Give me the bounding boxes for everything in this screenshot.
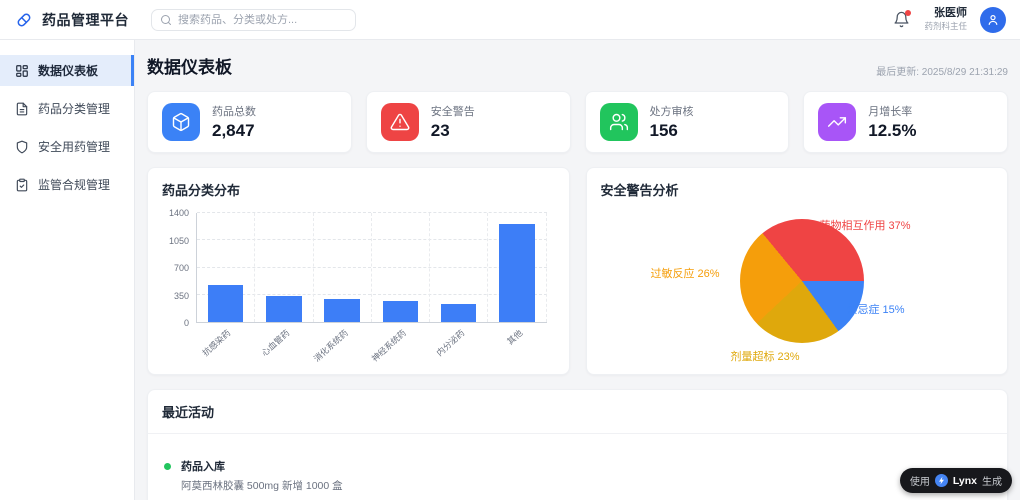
bar-column <box>488 213 547 322</box>
sidebar-item-drug-categories[interactable]: 药品分类管理 <box>0 93 134 124</box>
y-tick-label: 0 <box>183 318 189 328</box>
sidebar-item-dashboard[interactable]: 数据仪表板 <box>0 55 134 86</box>
lynx-icon <box>934 474 948 487</box>
sidebar-item-label: 监管合规管理 <box>38 178 111 192</box>
activity-item-stock-in: 药品入库 阿莫西林胶囊 500mg 新增 1000 盒 2 分钟前 <box>164 446 991 500</box>
page-title: 数据仪表板 <box>147 58 232 77</box>
user-name: 张医师 <box>934 7 967 20</box>
y-tick-label: 1400 <box>168 208 189 218</box>
pie-slice-label: 药物相互作用 37% <box>819 220 911 232</box>
stat-label: 处方审核 <box>649 106 694 118</box>
capsule-logo-icon <box>14 10 34 30</box>
bar <box>266 295 302 322</box>
document-icon <box>15 102 29 116</box>
x-axis-label: 心血管药 <box>259 327 292 358</box>
pie-slice-label: 禁忌症 15% <box>846 304 905 316</box>
stat-card-total-drugs: 药品总数 2,847 <box>147 91 352 153</box>
avatar[interactable] <box>980 6 1006 33</box>
pie-slice-label: 剂量超标 23% <box>730 351 800 363</box>
user-info: 张医师 药剂科主任 <box>924 7 967 31</box>
app-header: 药品管理平台 张医师 药剂科主任 <box>0 0 1020 40</box>
bar-chart: 0 350 700 1050 1400 <box>162 208 555 328</box>
sidebar-item-label: 药品分类管理 <box>38 102 111 116</box>
bar <box>499 223 535 322</box>
x-axis-label: 消化系统药 <box>311 327 350 364</box>
bar-column <box>197 213 256 322</box>
pie-chart-area: 禁忌症 15% 剂量超标 23% 过敏反应 26% 药物相互作用 37% <box>601 201 994 363</box>
bar-plot-area <box>196 212 547 323</box>
search-box <box>151 8 356 31</box>
sidebar-item-compliance[interactable]: 监管合规管理 <box>0 169 134 200</box>
alert-triangle-icon <box>380 103 419 141</box>
user-role: 药剂科主任 <box>924 21 967 32</box>
bar-y-axis: 0 350 700 1050 1400 <box>162 208 196 328</box>
x-axis-label: 神经系统药 <box>369 327 408 364</box>
clipboard-check-icon <box>15 178 29 192</box>
chart-title: 安全警告分析 <box>600 183 679 198</box>
bar-column <box>372 213 430 322</box>
stat-card-safety-alerts: 安全警告 23 <box>365 91 571 153</box>
chart-title: 药品分类分布 <box>162 183 241 198</box>
notification-bell-button[interactable] <box>893 9 912 29</box>
y-tick-label: 700 <box>173 263 189 273</box>
chart-card-drug-categories: 药品分类分布 0 350 700 1050 1400 抗感染药 心血管药 消化系统药 神经系统… <box>147 167 570 375</box>
main-content: 数据仪表板 最后更新: 2025/8/29 21:31:29 药品总数 2,84… <box>135 40 1020 500</box>
stat-label: 月增长率 <box>868 106 913 118</box>
stat-label: 药品总数 <box>212 106 256 118</box>
bar <box>207 284 244 322</box>
stat-card-monthly-growth: 月增长率 12.5% <box>803 91 1008 153</box>
badge-suffix: 生成 <box>982 477 1002 488</box>
x-axis-label: 抗感染药 <box>200 327 233 358</box>
stat-label: 安全警告 <box>430 106 475 118</box>
app-brand: 药品管理平台 <box>14 10 129 30</box>
activity-card: 最近活动 药品入库 阿莫西林胶囊 500mg 新增 1000 盒 2 分钟前 安… <box>147 389 1008 500</box>
pie-chart <box>739 219 864 343</box>
activity-title: 最近活动 <box>148 390 1007 434</box>
y-tick-label: 350 <box>173 290 189 301</box>
stat-value: 12.5% <box>868 121 917 140</box>
stats-row: 药品总数 2,847 安全警告 23 处方审核 156 月增长率 12.5% <box>147 91 1008 153</box>
package-icon <box>162 103 200 141</box>
badge-prefix: 使用 <box>909 477 930 488</box>
sidebar-item-label: 数据仪表板 <box>38 64 99 78</box>
bar-column <box>314 213 372 322</box>
stat-value: 23 <box>430 121 450 140</box>
stat-card-prescription-reviews: 处方审核 156 <box>584 91 790 153</box>
last-updated: 最后更新: 2025/8/29 21:31:29 <box>876 67 1008 78</box>
sidebar-item-label: 安全用药管理 <box>38 140 111 154</box>
pie-slice-label: 过敏反应 26% <box>650 268 720 280</box>
x-axis-label: 内分泌药 <box>434 327 467 358</box>
x-axis-label: 其他 <box>505 327 525 347</box>
bar-column <box>255 213 314 322</box>
y-tick-label: 1050 <box>168 235 189 246</box>
chart-card-safety-analysis: 安全警告分析 禁忌症 15% 剂量超标 23% 过敏反应 26% 药物相互作用 37% <box>585 167 1008 375</box>
lynx-badge[interactable]: 使用 Lynx 生成 <box>899 468 1012 493</box>
app-title: 药品管理平台 <box>42 11 129 28</box>
bar-column <box>430 213 489 322</box>
bar <box>382 300 419 322</box>
stat-value: 2,847 <box>212 121 255 140</box>
stat-value: 156 <box>649 121 678 140</box>
activity-dot <box>164 463 171 470</box>
dashboard-icon <box>15 64 29 78</box>
search-icon <box>160 14 172 26</box>
bar <box>324 298 360 322</box>
bar <box>440 304 477 322</box>
activity-item-title: 药品入库 <box>181 461 225 473</box>
badge-brand: Lynx <box>952 474 977 487</box>
sidebar: 数据仪表板 药品分类管理 安全用药管理 监管合规管理 <box>0 40 135 500</box>
activity-item-desc: 阿莫西林胶囊 500mg 新增 1000 盒 <box>181 480 343 492</box>
avatar-person-icon <box>986 13 1000 27</box>
users-icon <box>599 103 638 141</box>
sidebar-item-medication-safety[interactable]: 安全用药管理 <box>0 131 134 162</box>
trend-up-icon <box>818 103 857 141</box>
shield-icon <box>15 140 29 154</box>
search-input[interactable] <box>178 13 347 26</box>
bar-x-labels: 抗感染药 心血管药 消化系统药 神经系统药 内分泌药 其他 <box>196 323 555 367</box>
